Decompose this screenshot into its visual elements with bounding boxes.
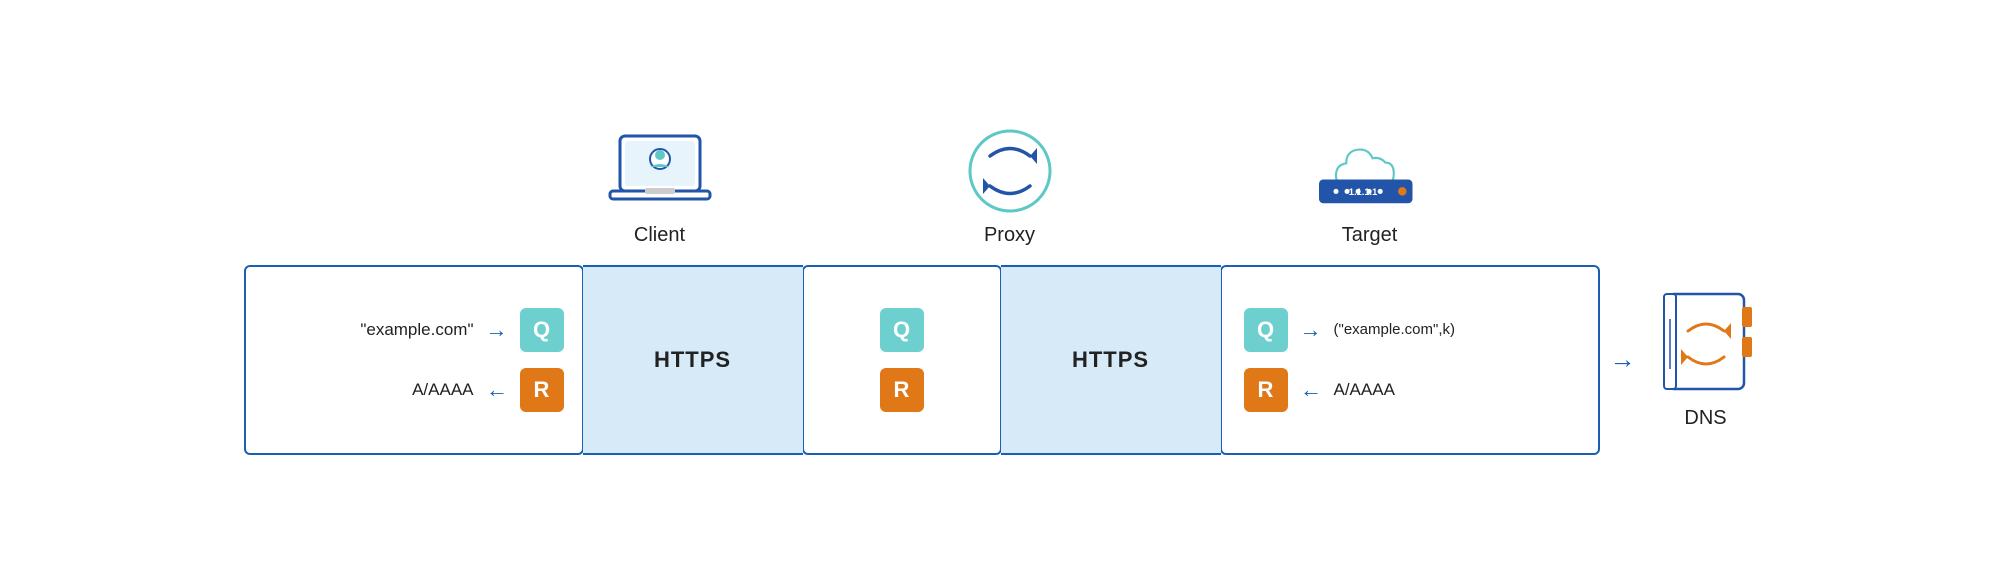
client-r-row: A/AAAA → R [264, 368, 564, 412]
client-q-row: "example.com" → Q [264, 308, 564, 352]
target-inner: Q → ("example.com",k) R → A/AAAA [1240, 308, 1580, 412]
laptop-icon [605, 131, 715, 216]
proxy-icon-group: Proxy [965, 126, 1055, 247]
dns-connector: → [1610, 344, 1636, 375]
client-response-text: A/AAAA [412, 380, 473, 400]
dns-group: DNS [1656, 289, 1756, 430]
target-query-arrow: → [1300, 317, 1322, 343]
dns-label: DNS [1684, 407, 1726, 430]
target-box: Q → ("example.com",k) R → A/AAAA [1220, 265, 1600, 455]
client-r-box: R [520, 368, 564, 412]
client-q-box: Q [520, 308, 564, 352]
dns-notebook-icon [1656, 289, 1756, 399]
client-query-arrow: → [486, 317, 508, 343]
proxy-inner: Q R [880, 308, 924, 412]
client-inner: "example.com" → Q A/AAAA → R [264, 308, 564, 412]
proxy-label: Proxy [984, 224, 1035, 247]
svg-text:1.1.1.1: 1.1.1.1 [1348, 186, 1377, 196]
target-icon-group: 1.1.1.1 Target [1285, 126, 1455, 247]
client-box: "example.com" → Q A/AAAA → R [244, 265, 584, 455]
target-label: Target [1342, 224, 1398, 247]
diagram-container: Client Proxy [0, 0, 1999, 580]
proxy-r-box: R [880, 368, 924, 412]
flow-row: "example.com" → Q A/AAAA → R HTTPS [150, 265, 1850, 455]
https-tunnel-2: HTTPS [1001, 265, 1221, 455]
dns-arrow: → [1610, 344, 1636, 375]
target-r-row: R → A/AAAA [1240, 368, 1580, 412]
client-icon-group: Client [605, 131, 715, 247]
target-q-row: Q → ("example.com",k) [1240, 308, 1580, 352]
proxy-q-box: Q [880, 308, 924, 352]
target-q-box: Q [1244, 308, 1288, 352]
client-label: Client [634, 224, 685, 247]
client-query-text: "example.com" [360, 320, 473, 340]
target-response-text: A/AAAA [1334, 380, 1395, 400]
target-response-arrow: → [1300, 377, 1322, 403]
https-label-2: HTTPS [1072, 347, 1149, 373]
target-r-box: R [1244, 368, 1288, 412]
icons-row: Client Proxy [200, 126, 1800, 247]
https-label-1: HTTPS [654, 347, 731, 373]
client-response-arrow: → [486, 377, 508, 403]
target-query-text: ("example.com",k) [1334, 321, 1456, 338]
target-icon: 1.1.1.1 [1285, 126, 1455, 216]
proxy-box: Q R [802, 265, 1002, 455]
proxy-icon [965, 126, 1055, 216]
https-tunnel-1: HTTPS [583, 265, 803, 455]
